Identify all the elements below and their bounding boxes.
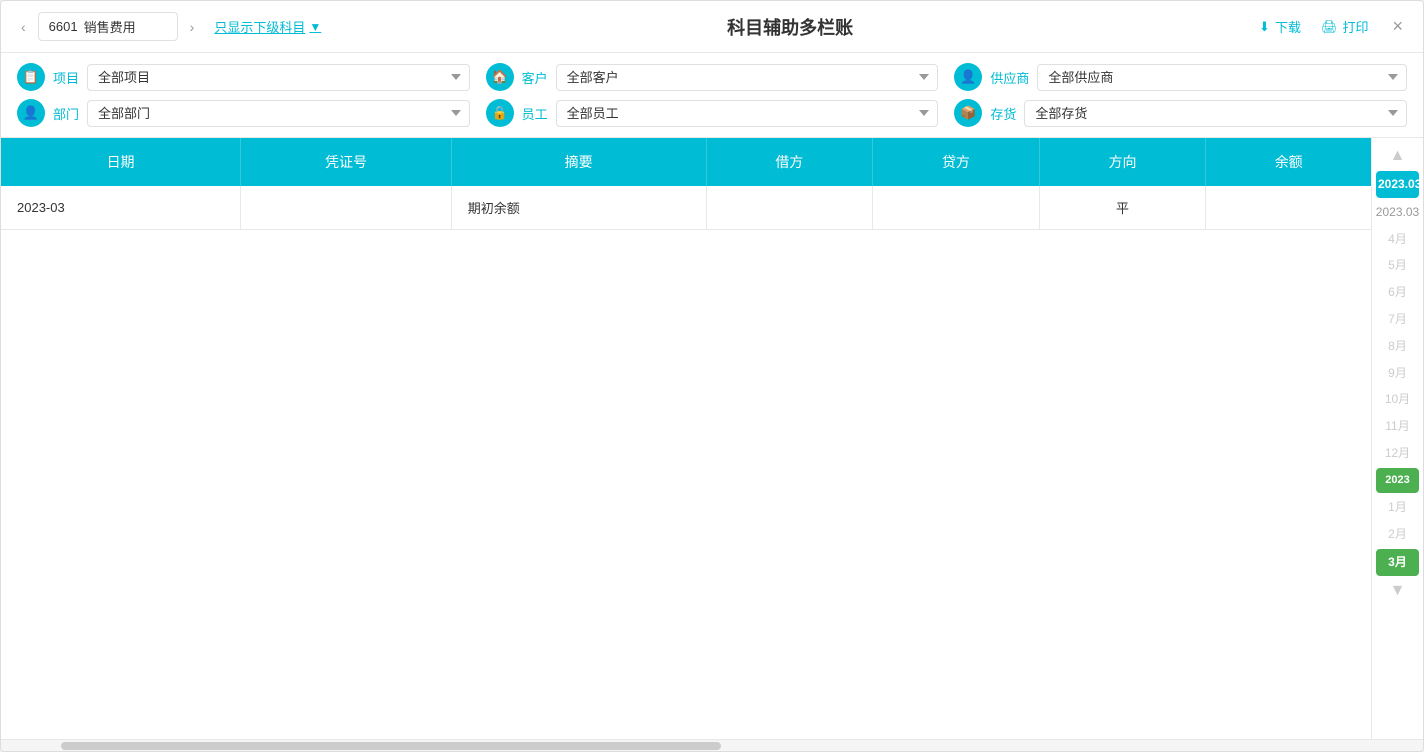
account-selector[interactable]: 6601 销售费用: [38, 12, 178, 41]
project-label: 项目: [53, 68, 79, 87]
right-sidebar: ▲ 2023.03 2023.03 4月 5月 6月 7月 8月 9月 10月 …: [1371, 138, 1423, 739]
filter-employee: 🔒 员工 全部员工: [486, 99, 939, 127]
sidebar-item-6[interactable]: 6月: [1372, 279, 1423, 306]
col-date: 日期: [1, 138, 241, 186]
customer-label: 客户: [522, 68, 548, 87]
filter-department: 👤 部门 全部部门: [17, 99, 470, 127]
close-button[interactable]: ×: [1388, 12, 1407, 41]
customer-icon: 🏠: [486, 63, 514, 91]
project-icon: 📋: [17, 63, 45, 91]
bottom-scrollbar[interactable]: [1, 739, 1423, 751]
sidebar-item-7[interactable]: 7月: [1372, 306, 1423, 333]
nav-prev-button[interactable]: ‹: [17, 15, 30, 39]
table-header-row: 日期 凭证号 摘要 借方 贷方 方向 余额: [1, 138, 1371, 186]
filter-inventory: 📦 存货 全部存货: [954, 99, 1407, 127]
print-icon: 🖨: [1321, 19, 1338, 35]
customer-select[interactable]: 全部客户: [556, 64, 939, 91]
cell-summary: 期初余额: [451, 186, 706, 230]
table-row: 2023-03 期初余额 平: [1, 186, 1371, 230]
department-select[interactable]: 全部部门: [87, 100, 470, 127]
sidebar-item-10[interactable]: 10月: [1372, 386, 1423, 413]
sidebar-down-arrow[interactable]: ▼: [1380, 577, 1416, 605]
cell-balance: [1206, 186, 1371, 230]
inventory-icon: 📦: [954, 99, 982, 127]
filter-supplier: 👤 供应商 全部供应商: [954, 63, 1407, 91]
sidebar-item-9[interactable]: 9月: [1372, 360, 1423, 387]
inventory-select[interactable]: 全部存货: [1024, 100, 1407, 127]
inventory-label: 存货: [990, 104, 1016, 123]
table-area: 日期 凭证号 摘要 借方 贷方 方向 余额 2023-03 期初余额: [1, 138, 1371, 739]
col-credit: 贷方: [873, 138, 1040, 186]
sidebar-item-8[interactable]: 8月: [1372, 333, 1423, 360]
sidebar-year-2023[interactable]: 2023: [1376, 468, 1419, 493]
cell-direction: 平: [1039, 186, 1206, 230]
cell-date: 2023-03: [1, 186, 241, 230]
project-select[interactable]: 全部项目: [87, 64, 470, 91]
col-summary: 摘要: [451, 138, 706, 186]
col-voucher: 凭证号: [241, 138, 452, 186]
page-title: 科目辅助多栏账: [321, 14, 1259, 40]
supplier-icon: 👤: [954, 63, 982, 91]
title-left: ‹ 6601 销售费用 › 只显示下级科目 ▼: [17, 12, 321, 41]
account-name-text: 销售费用: [84, 17, 136, 36]
employee-label: 员工: [522, 104, 548, 123]
sidebar-item-5[interactable]: 5月: [1372, 252, 1423, 279]
print-label: 打印: [1342, 17, 1368, 36]
download-icon: ⬇: [1259, 19, 1270, 35]
sidebar-item-2[interactable]: 2月: [1372, 521, 1423, 548]
col-debit: 借方: [706, 138, 873, 186]
show-sub-label: 只显示下级科目: [214, 17, 305, 36]
nav-next-button[interactable]: ›: [186, 15, 199, 39]
employee-icon: 🔒: [486, 99, 514, 127]
filter-bar: 📋 项目 全部项目 🏠 客户 全部客户 👤 供应商 全部供应商 👤 部门 全: [1, 53, 1423, 138]
cell-debit: [706, 186, 873, 230]
download-button[interactable]: ⬇ 下载: [1259, 17, 1301, 36]
supplier-select[interactable]: 全部供应商: [1037, 64, 1407, 91]
supplier-label: 供应商: [990, 68, 1029, 87]
show-sub-arrow-icon: ▼: [309, 20, 321, 34]
sidebar-item-2023-03-active[interactable]: 2023.03: [1376, 171, 1419, 198]
sidebar-item-12[interactable]: 12月: [1372, 440, 1423, 467]
filter-customer: 🏠 客户 全部客户: [486, 63, 939, 91]
department-icon: 👤: [17, 99, 45, 127]
department-label: 部门: [53, 104, 79, 123]
sidebar-item-3-active[interactable]: 3月: [1376, 549, 1419, 576]
scrollbar-thumb[interactable]: [61, 742, 721, 750]
col-balance: 余额: [1206, 138, 1371, 186]
title-actions: ⬇ 下载 🖨 打印 ×: [1259, 12, 1407, 41]
ledger-table: 日期 凭证号 摘要 借方 贷方 方向 余额 2023-03 期初余额: [1, 138, 1371, 230]
print-button[interactable]: 🖨 打印: [1321, 17, 1369, 36]
sidebar-item-4[interactable]: 4月: [1372, 226, 1423, 253]
content-area: 日期 凭证号 摘要 借方 贷方 方向 余额 2023-03 期初余额: [1, 138, 1423, 739]
sidebar-up-arrow[interactable]: ▲: [1380, 142, 1416, 170]
title-bar: ‹ 6601 销售费用 › 只显示下级科目 ▼ 科目辅助多栏账 ⬇ 下载 🖨 打…: [1, 1, 1423, 53]
main-window: ‹ 6601 销售费用 › 只显示下级科目 ▼ 科目辅助多栏账 ⬇ 下载 🖨 打…: [0, 0, 1424, 752]
cell-credit: [873, 186, 1040, 230]
account-code-text: 6601: [49, 19, 78, 34]
show-sub-button[interactable]: 只显示下级科目 ▼: [214, 17, 321, 36]
cell-voucher: [241, 186, 452, 230]
filter-project: 📋 项目 全部项目: [17, 63, 470, 91]
col-direction: 方向: [1039, 138, 1206, 186]
employee-select[interactable]: 全部员工: [556, 100, 939, 127]
sidebar-item-2023-03[interactable]: 2023.03: [1372, 199, 1423, 226]
sidebar-item-11[interactable]: 11月: [1372, 413, 1423, 440]
sidebar-item-1[interactable]: 1月: [1372, 494, 1423, 521]
download-label: 下载: [1275, 17, 1301, 36]
